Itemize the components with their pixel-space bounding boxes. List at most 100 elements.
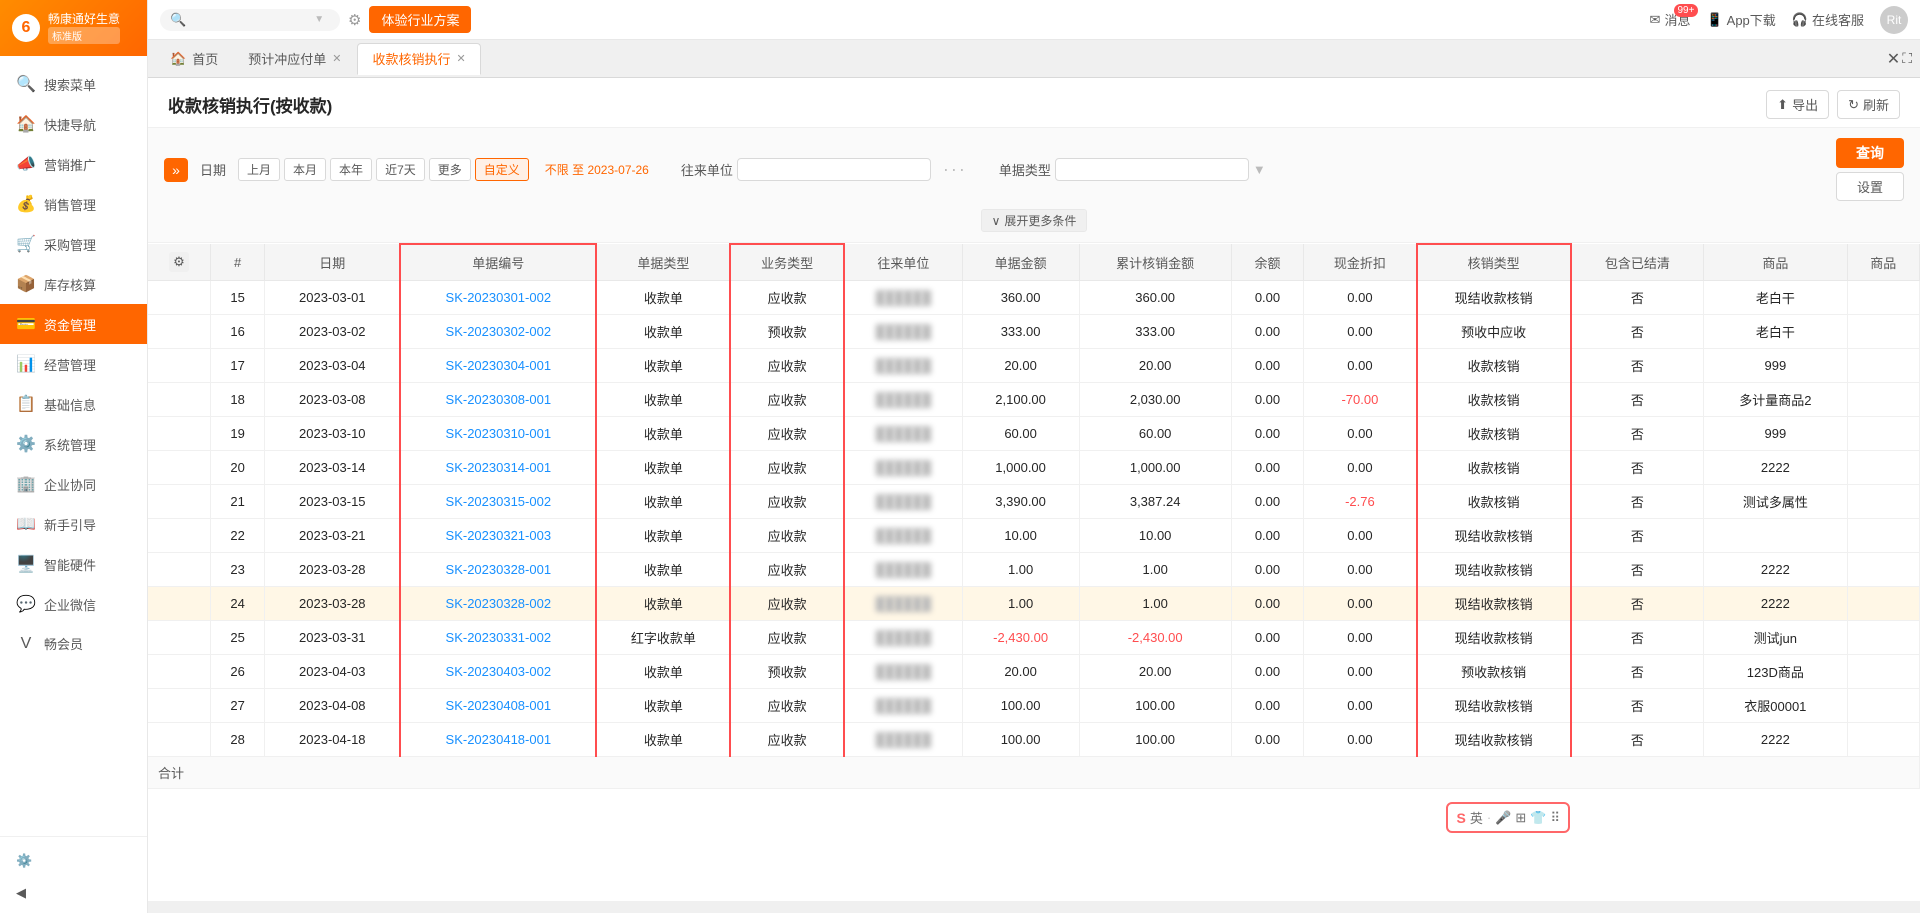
sidebar-item-search[interactable]: 🔍搜索菜单 bbox=[0, 64, 147, 104]
corp-icon: 🏢 bbox=[16, 474, 36, 494]
filter-settings-button[interactable]: 设置 bbox=[1836, 172, 1904, 201]
type-filter: 单据类型 ▼ bbox=[999, 158, 1824, 181]
col-product2-header: 商品 bbox=[1847, 244, 1919, 281]
sidebar-item-guide[interactable]: 📖新手引导 bbox=[0, 504, 147, 544]
type-label: 单据类型 bbox=[999, 160, 1051, 179]
order-link[interactable]: SK-20230328-001 bbox=[446, 562, 552, 577]
order-link[interactable]: SK-20230302-002 bbox=[446, 324, 552, 339]
date-pill-this-year[interactable]: 本年 bbox=[330, 158, 372, 181]
home-icon: 🏠 bbox=[16, 114, 36, 134]
sidebar-item-operations[interactable]: 📊经营管理 bbox=[0, 344, 147, 384]
unit-filter: 往来单位 bbox=[681, 158, 931, 181]
logo-badge: 标准版 bbox=[48, 27, 120, 44]
table-row: 232023-03-28SK-20230328-001收款单应收款██████1… bbox=[148, 553, 1920, 587]
order-link[interactable]: SK-20230321-003 bbox=[446, 528, 552, 543]
expand-conditions-button[interactable]: ∨ 展开更多条件 bbox=[981, 209, 1088, 232]
table-wrap[interactable]: ⚙ # 日期 单据编号 单据类型 业务类型 往来单位 单据金额 累计核销金额 余… bbox=[148, 243, 1920, 901]
expand-icon: ∨ bbox=[992, 214, 1001, 228]
tab-home[interactable]: 🏠 首页 bbox=[156, 43, 232, 75]
topbar: 🔍 ▼ ⚙ 体验行业方案 ✉ 消息 99+ 📱 App下载 🎧 在线客服 Rit bbox=[148, 0, 1920, 40]
sidebar-item-wechat[interactable]: 💬企业微信 bbox=[0, 584, 147, 624]
app-download-button[interactable]: 📱 App下载 bbox=[1706, 10, 1775, 29]
user-avatar[interactable]: Rit bbox=[1880, 6, 1908, 34]
logo-name: 畅康通好生意 bbox=[48, 12, 120, 28]
order-link[interactable]: SK-20230304-001 bbox=[446, 358, 552, 373]
table-row: 222023-03-21SK-20230321-003收款单应收款██████1… bbox=[148, 519, 1920, 553]
date-pill-more[interactable]: 更多 bbox=[429, 158, 471, 181]
table-row: 242023-03-28SK-20230328-002收款单应收款██████1… bbox=[148, 587, 1920, 621]
sidebar-item-basic[interactable]: 📋基础信息 bbox=[0, 384, 147, 424]
page-content: 收款核销执行(按收款) ⬆ 导出 ↻ 刷新 » 日期 上月 本月 bbox=[148, 78, 1920, 913]
date-range-display: 不限 至 2023-07-26 bbox=[545, 161, 649, 178]
order-link[interactable]: SK-20230310-001 bbox=[446, 426, 552, 441]
sidebar-settings-btn[interactable]: ⚙️ bbox=[0, 845, 147, 877]
table-row: 202023-03-14SK-20230314-001收款单应收款██████1… bbox=[148, 451, 1920, 485]
filter-row-1: » 日期 上月 本月 本年 近7天 更多 自定义 不限 至 2023-07-26… bbox=[164, 138, 1904, 201]
date-pill-this-month[interactable]: 本月 bbox=[284, 158, 326, 181]
order-link[interactable]: SK-20230308-001 bbox=[446, 392, 552, 407]
unit-input[interactable] bbox=[737, 158, 931, 181]
sidebar-item-member[interactable]: V畅会员 bbox=[0, 624, 147, 663]
order-link[interactable]: SK-20230328-002 bbox=[446, 596, 552, 611]
tabbar-expand-icon[interactable]: ⛶ bbox=[1902, 50, 1912, 67]
col-partner-header: 往来单位 bbox=[844, 244, 962, 281]
export-icon: ⬆ bbox=[1777, 97, 1788, 113]
sidebar-collapse-btn[interactable]: ◀ bbox=[0, 877, 147, 909]
tab-prepay[interactable]: 预计冲应付单 ✕ bbox=[234, 43, 355, 75]
col-offsetamount-header: 累计核销金额 bbox=[1079, 244, 1231, 281]
filter-dots: ··· bbox=[943, 159, 967, 180]
type-select[interactable] bbox=[1055, 158, 1249, 181]
sidebar-item-quick-nav[interactable]: 🏠快捷导航 bbox=[0, 104, 147, 144]
sidebar-item-hardware[interactable]: 🖥️智能硬件 bbox=[0, 544, 147, 584]
sidebar-item-system[interactable]: ⚙️系统管理 bbox=[0, 424, 147, 464]
topbar-search-wrap: 🔍 ▼ bbox=[160, 9, 340, 31]
basic-icon: 📋 bbox=[16, 394, 36, 414]
page-title: 收款核销执行(按收款) bbox=[168, 92, 332, 117]
query-button[interactable]: 查询 bbox=[1836, 138, 1904, 168]
order-link[interactable]: SK-20230314-001 bbox=[446, 460, 552, 475]
order-link[interactable]: SK-20230403-002 bbox=[446, 664, 552, 679]
filter-toggle-button[interactable]: » bbox=[164, 158, 188, 182]
col-settings-icon[interactable]: ⚙ bbox=[169, 252, 189, 272]
date-pill-last-month[interactable]: 上月 bbox=[238, 158, 280, 181]
order-link[interactable]: SK-20230418-001 bbox=[446, 732, 552, 747]
topbar-search-input[interactable] bbox=[190, 13, 310, 27]
sidebar-item-marketing[interactable]: 📣营销推广 bbox=[0, 144, 147, 184]
sidebar-item-finance[interactable]: 💳资金管理 bbox=[0, 304, 147, 344]
order-link[interactable]: SK-20230301-002 bbox=[446, 290, 552, 305]
order-link[interactable]: SK-20230315-002 bbox=[446, 494, 552, 509]
horizontal-scrollbar[interactable] bbox=[148, 901, 1920, 913]
topbar-right: ✉ 消息 99+ 📱 App下载 🎧 在线客服 Rit bbox=[1650, 6, 1908, 34]
export-button[interactable]: ⬆ 导出 bbox=[1766, 90, 1829, 119]
marketing-icon: 📣 bbox=[16, 154, 36, 174]
sidebar-menu: 🔍搜索菜单 🏠快捷导航 📣营销推广 💰销售管理 🛒采购管理 📦库存核算 💳资金管… bbox=[0, 56, 147, 836]
col-includesettled-header: 包含已结清 bbox=[1571, 244, 1704, 281]
date-pill-custom[interactable]: 自定义 bbox=[475, 158, 529, 181]
sidebar: 6 畅康通好生意 标准版 🔍搜索菜单 🏠快捷导航 📣营销推广 💰销售管理 🛒采购… bbox=[0, 0, 148, 913]
order-link[interactable]: SK-20230331-002 bbox=[446, 630, 552, 645]
order-link[interactable]: SK-20230408-001 bbox=[446, 698, 552, 713]
table-row: 212023-03-15SK-20230315-002收款单应收款██████3… bbox=[148, 485, 1920, 519]
topbar-gear-icon[interactable]: ⚙ bbox=[348, 11, 361, 29]
tabbar-close-icon[interactable]: ✕ bbox=[1887, 49, 1900, 69]
wechat-icon: 💬 bbox=[16, 594, 36, 614]
refresh-button[interactable]: ↻ 刷新 bbox=[1837, 90, 1900, 119]
sidebar-item-sales[interactable]: 💰销售管理 bbox=[0, 184, 147, 224]
sidebar-item-purchase[interactable]: 🛒采购管理 bbox=[0, 224, 147, 264]
tab-offset-close[interactable]: ✕ bbox=[456, 52, 465, 65]
home-tab-icon: 🏠 bbox=[170, 51, 186, 67]
page-header: 收款核销执行(按收款) ⬆ 导出 ↻ 刷新 bbox=[148, 78, 1920, 128]
online-service-button[interactable]: 🎧 在线客服 bbox=[1792, 10, 1864, 29]
sidebar-item-corp[interactable]: 🏢企业协同 bbox=[0, 464, 147, 504]
tab-offset[interactable]: 收款核销执行 ✕ bbox=[357, 43, 480, 75]
search-menu-icon: 🔍 bbox=[16, 74, 36, 94]
message-button[interactable]: ✉ 消息 99+ bbox=[1650, 10, 1691, 29]
sidebar-item-inventory[interactable]: 📦库存核算 bbox=[0, 264, 147, 304]
table-row: 162023-03-02SK-20230302-002收款单预收款██████3… bbox=[148, 315, 1920, 349]
date-pill-last-7-days[interactable]: 近7天 bbox=[376, 158, 425, 181]
solution-button[interactable]: 体验行业方案 bbox=[369, 6, 471, 33]
tab-prepay-close[interactable]: ✕ bbox=[332, 52, 341, 65]
table-row: 182023-03-08SK-20230308-001收款单应收款██████2… bbox=[148, 383, 1920, 417]
col-settings-header[interactable]: ⚙ bbox=[148, 244, 210, 281]
filter-bar: » 日期 上月 本月 本年 近7天 更多 自定义 不限 至 2023-07-26… bbox=[148, 128, 1920, 243]
